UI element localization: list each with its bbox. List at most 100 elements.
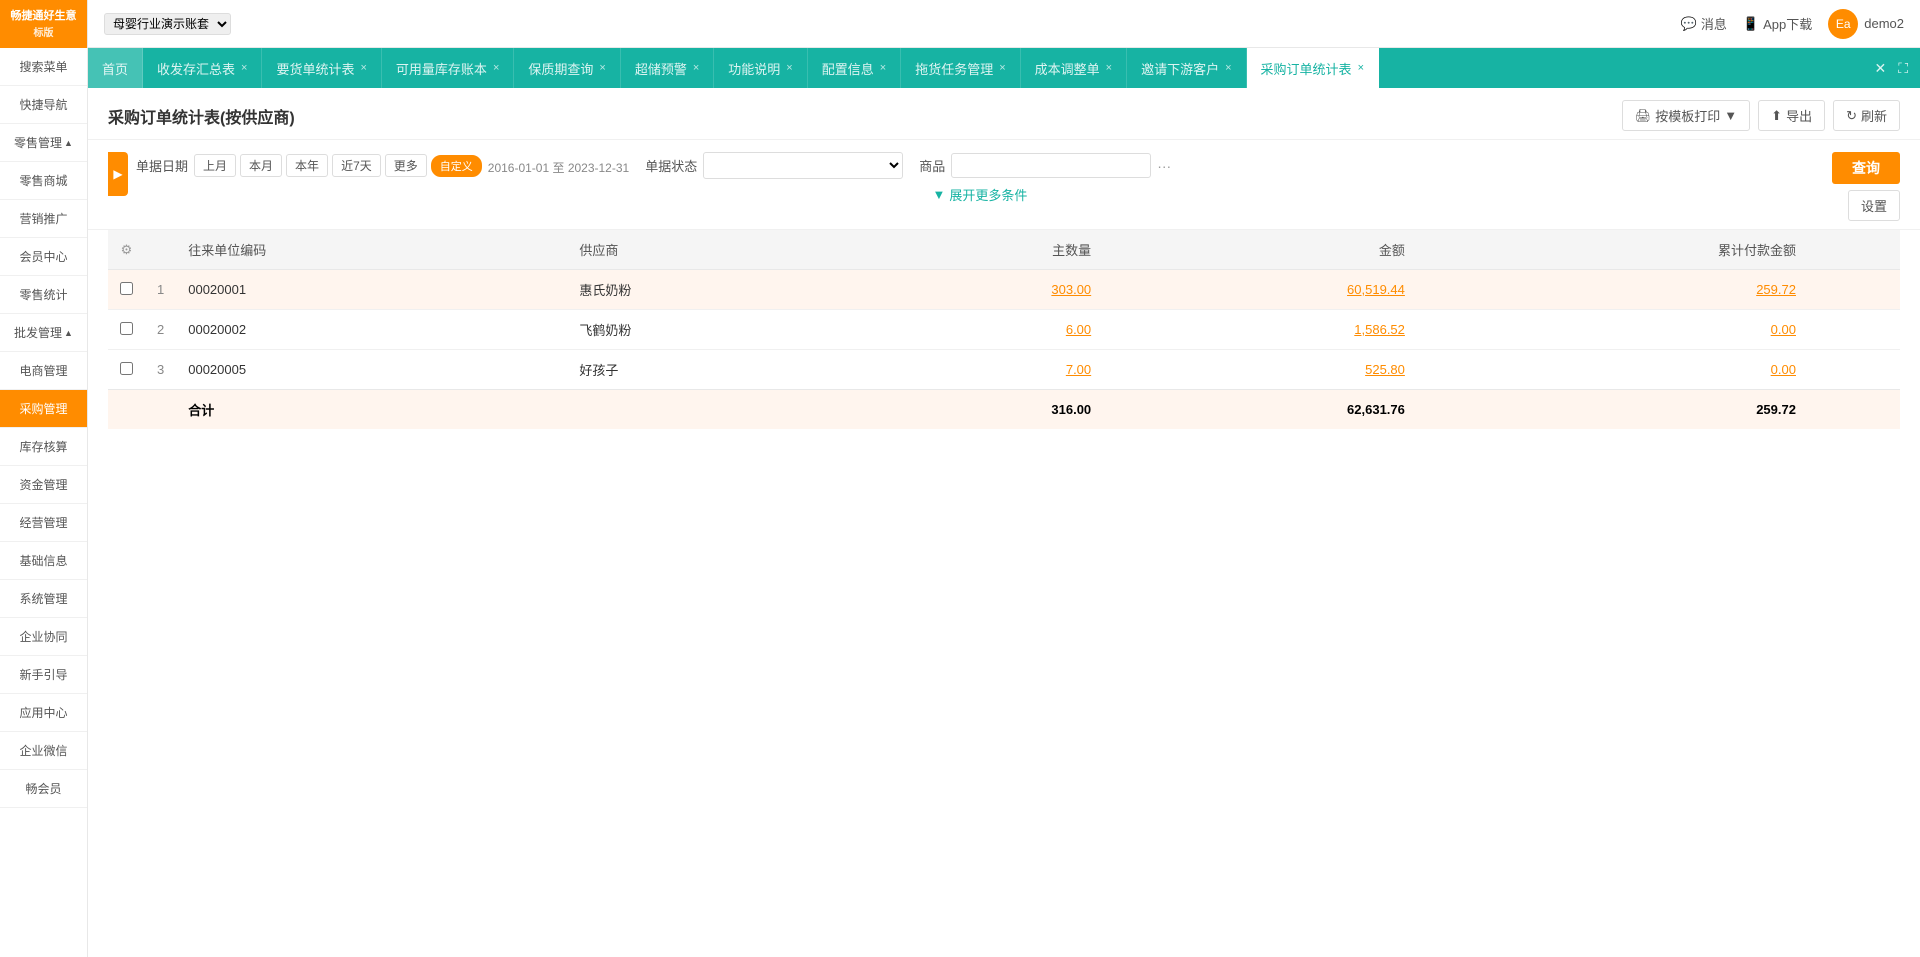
row-qty[interactable]: 6.00: [859, 310, 1103, 350]
sidebar-item-ecommerce[interactable]: 电商管理: [0, 352, 87, 390]
row-number: 3: [145, 350, 176, 390]
row-amount[interactable]: 60,519.44: [1103, 270, 1417, 310]
sidebar-item-purchase[interactable]: 采购管理: [0, 390, 87, 428]
tab-label-yaohuo: 要货单统计表: [276, 59, 354, 78]
message-button[interactable]: 💬 消息: [1681, 14, 1727, 33]
footer-label: 合计: [176, 390, 567, 430]
row-checkbox[interactable]: [120, 282, 133, 295]
export-button[interactable]: ⬆ 导出: [1758, 100, 1825, 131]
settings-button[interactable]: 设置: [1848, 190, 1900, 221]
tab-peizhi[interactable]: 配置信息×: [808, 48, 901, 88]
tab-caigoutongjibiao[interactable]: 采购订单统计表 ×: [1247, 48, 1379, 88]
sidebar-item-member2[interactable]: 畅会员: [0, 770, 87, 808]
tab-label-yaoqing: 邀请下游客户: [1141, 59, 1219, 78]
tab-yaohuo[interactable]: 要货单统计表 ×: [262, 48, 381, 88]
sidebar-item-retail-shop[interactable]: 零售商城: [0, 162, 87, 200]
refresh-button[interactable]: ↻ 刷新: [1833, 100, 1900, 131]
7days-btn[interactable]: 近7天: [332, 154, 381, 177]
user-profile[interactable]: Ea demo2: [1828, 9, 1904, 39]
tab-yaoqing[interactable]: 邀请下游客户 ×: [1127, 48, 1246, 88]
template-print-button[interactable]: 🖨 按模板打印 ▼: [1622, 100, 1750, 131]
row-qty[interactable]: 7.00: [859, 350, 1103, 390]
sidebar-item-wholesale[interactable]: 批发管理▲: [0, 314, 87, 352]
custom-date-btn[interactable]: 自定义: [431, 155, 482, 177]
maximize-button[interactable]: ⛶: [1894, 56, 1912, 81]
tab-close-tuohuo[interactable]: ×: [999, 62, 1005, 74]
sidebar-item-retail-stat[interactable]: 零售统计: [0, 276, 87, 314]
sidebar-item-operations[interactable]: 经营管理: [0, 504, 87, 542]
sidebar-item-system[interactable]: 系统管理: [0, 580, 87, 618]
goods-input[interactable]: [951, 153, 1151, 178]
sidebar-item-newbie[interactable]: 新手引导: [0, 656, 87, 694]
tab-chengbentiaozhen[interactable]: 成本调整单×: [1021, 48, 1127, 88]
row-checkbox-cell[interactable]: [108, 350, 145, 390]
tab-close-caigoutongjibiao[interactable]: ×: [1358, 62, 1364, 74]
status-select[interactable]: [703, 152, 903, 179]
tab-close-yaoqing[interactable]: ×: [1225, 62, 1231, 74]
expand-more-btn[interactable]: ▼ 展开更多条件: [933, 185, 1028, 204]
footer-qty: 316.00: [859, 390, 1103, 430]
tab-close-shoufahuizong[interactable]: ×: [241, 62, 247, 74]
tab-bar-actions: ✕⛶: [1870, 56, 1920, 81]
tab-close-keyongliang[interactable]: ×: [493, 62, 499, 74]
export-icon: ⬆: [1771, 108, 1782, 124]
page-content: 采购订单统计表(按供应商) 🖨 按模板打印 ▼ ⬆ 导出 ↻ 刷新: [88, 88, 1920, 957]
this-month-btn[interactable]: 本月: [240, 154, 282, 177]
tab-gongneng[interactable]: 功能说明×: [714, 48, 807, 88]
sidebar-item-search[interactable]: 搜索菜单: [0, 48, 87, 86]
user-avatar: Ea: [1828, 9, 1858, 39]
row-unit-code: 00020001: [176, 270, 567, 310]
tab-baozhi[interactable]: 保质期查询×: [514, 48, 620, 88]
more-date-btn[interactable]: 更多: [385, 154, 427, 177]
row-qty[interactable]: 303.00: [859, 270, 1103, 310]
sidebar-item-appcenter[interactable]: 应用中心: [0, 694, 87, 732]
logo-sub: 标版: [34, 24, 54, 39]
tab-close-baozhi[interactable]: ×: [599, 62, 605, 74]
tab-chaochuyujing[interactable]: 超储预警×: [621, 48, 714, 88]
table-wrap: ⚙ 往来单位编码 供应商 主数量 金额 累计付款金额 100020001惠氏奶粉…: [88, 230, 1920, 957]
user-name: demo2: [1864, 16, 1904, 31]
tab-shoufahuizong[interactable]: 收发存汇总表×: [143, 48, 262, 88]
sidebar-item-collab[interactable]: 企业协同: [0, 618, 87, 656]
query-button[interactable]: 查询: [1832, 152, 1900, 184]
row-checkbox[interactable]: [120, 362, 133, 375]
sidebar-item-inventory[interactable]: 库存核算: [0, 428, 87, 466]
sidebar-item-wechat[interactable]: 企业微信: [0, 732, 87, 770]
tab-close-yaohuo[interactable]: ×: [360, 62, 366, 74]
col-paid-header: 累计付款金额: [1417, 230, 1808, 270]
message-icon: 💬: [1681, 16, 1697, 32]
tab-home[interactable]: 首页: [88, 48, 143, 88]
tab-tuohuo[interactable]: 拖货任务管理 ×: [901, 48, 1020, 88]
tab-label-tuohuo: 拖货任务管理: [915, 59, 993, 78]
tab-label-caigoutongjibiao: 采购订单统计表: [1261, 59, 1352, 78]
row-amount[interactable]: 525.80: [1103, 350, 1417, 390]
last-month-btn[interactable]: 上月: [194, 154, 236, 177]
row-paid[interactable]: 259.72: [1417, 270, 1808, 310]
tab-keyongliang[interactable]: 可用量库存账本×: [382, 48, 514, 88]
tab-close-peizhi[interactable]: ×: [880, 62, 886, 74]
close-all-tabs-button[interactable]: ✕: [1870, 56, 1890, 81]
tab-close-chaochuyujing[interactable]: ×: [693, 62, 699, 74]
sidebar-item-marketing[interactable]: 营销推广: [0, 200, 87, 238]
filter-fields: 单据日期 上月 本月 本年 近7天 更多 自定义: [136, 152, 1824, 206]
collapse-filter-button[interactable]: ▶: [108, 152, 128, 196]
sidebar-item-finance[interactable]: 资金管理: [0, 466, 87, 504]
tab-close-gongneng[interactable]: ×: [786, 62, 792, 74]
row-checkbox-cell[interactable]: [108, 310, 145, 350]
row-paid[interactable]: 0.00: [1417, 310, 1808, 350]
this-year-btn[interactable]: 本年: [286, 154, 328, 177]
row-checkbox-cell[interactable]: [108, 270, 145, 310]
sidebar-item-shortcut[interactable]: 快捷导航: [0, 86, 87, 124]
row-paid[interactable]: 0.00: [1417, 350, 1808, 390]
col-qty-header: 主数量: [859, 230, 1103, 270]
app-download-button[interactable]: 📱 App下载: [1743, 14, 1812, 33]
row-amount[interactable]: 1,586.52: [1103, 310, 1417, 350]
tab-close-chengbentiaozhen[interactable]: ×: [1106, 62, 1112, 74]
sidebar-item-member[interactable]: 会员中心: [0, 238, 87, 276]
row-checkbox[interactable]: [120, 322, 133, 335]
sidebar-item-basic[interactable]: 基础信息: [0, 542, 87, 580]
col-settings-header[interactable]: ⚙: [108, 230, 145, 270]
sidebar-item-retail[interactable]: 零售管理▲: [0, 124, 87, 162]
account-dropdown[interactable]: 母婴行业演示账套: [104, 13, 231, 35]
goods-more-icon[interactable]: ···: [1157, 158, 1171, 174]
